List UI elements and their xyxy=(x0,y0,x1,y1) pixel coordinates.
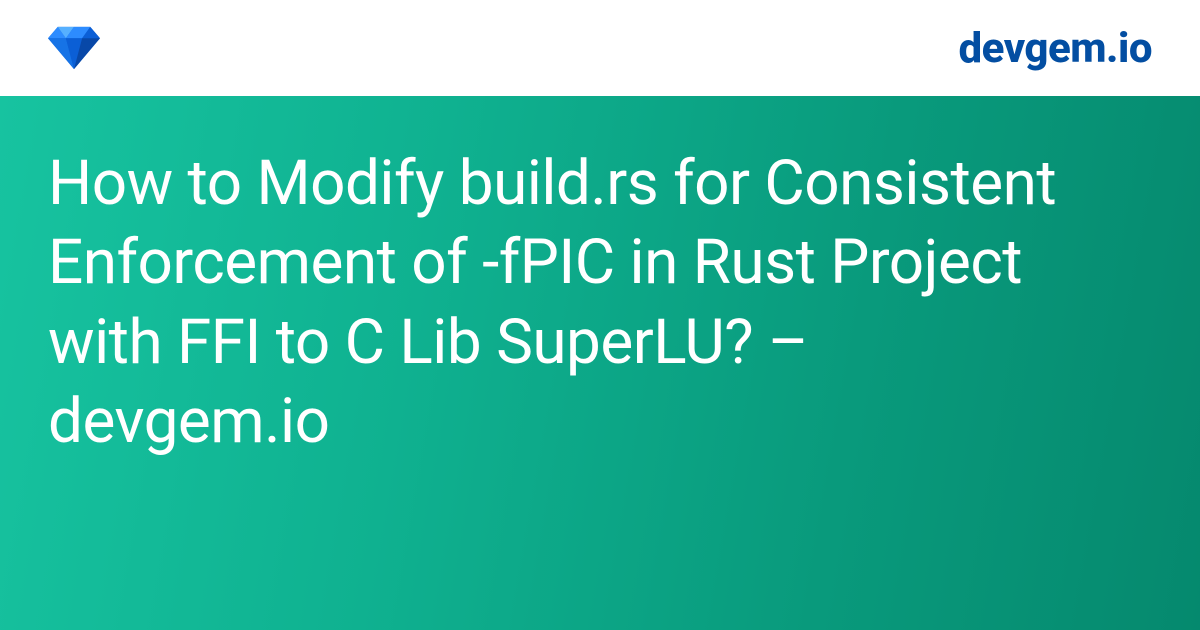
og-card: devgem.io How to Modify build.rs for Con… xyxy=(0,0,1200,630)
hero-panel: How to Modify build.rs for Consistent En… xyxy=(0,96,1200,630)
gem-logo-icon xyxy=(48,26,100,70)
page-title: How to Modify build.rs for Consistent En… xyxy=(48,144,1088,461)
brand-wordmark: devgem.io xyxy=(959,24,1152,73)
header-bar: devgem.io xyxy=(0,0,1200,96)
